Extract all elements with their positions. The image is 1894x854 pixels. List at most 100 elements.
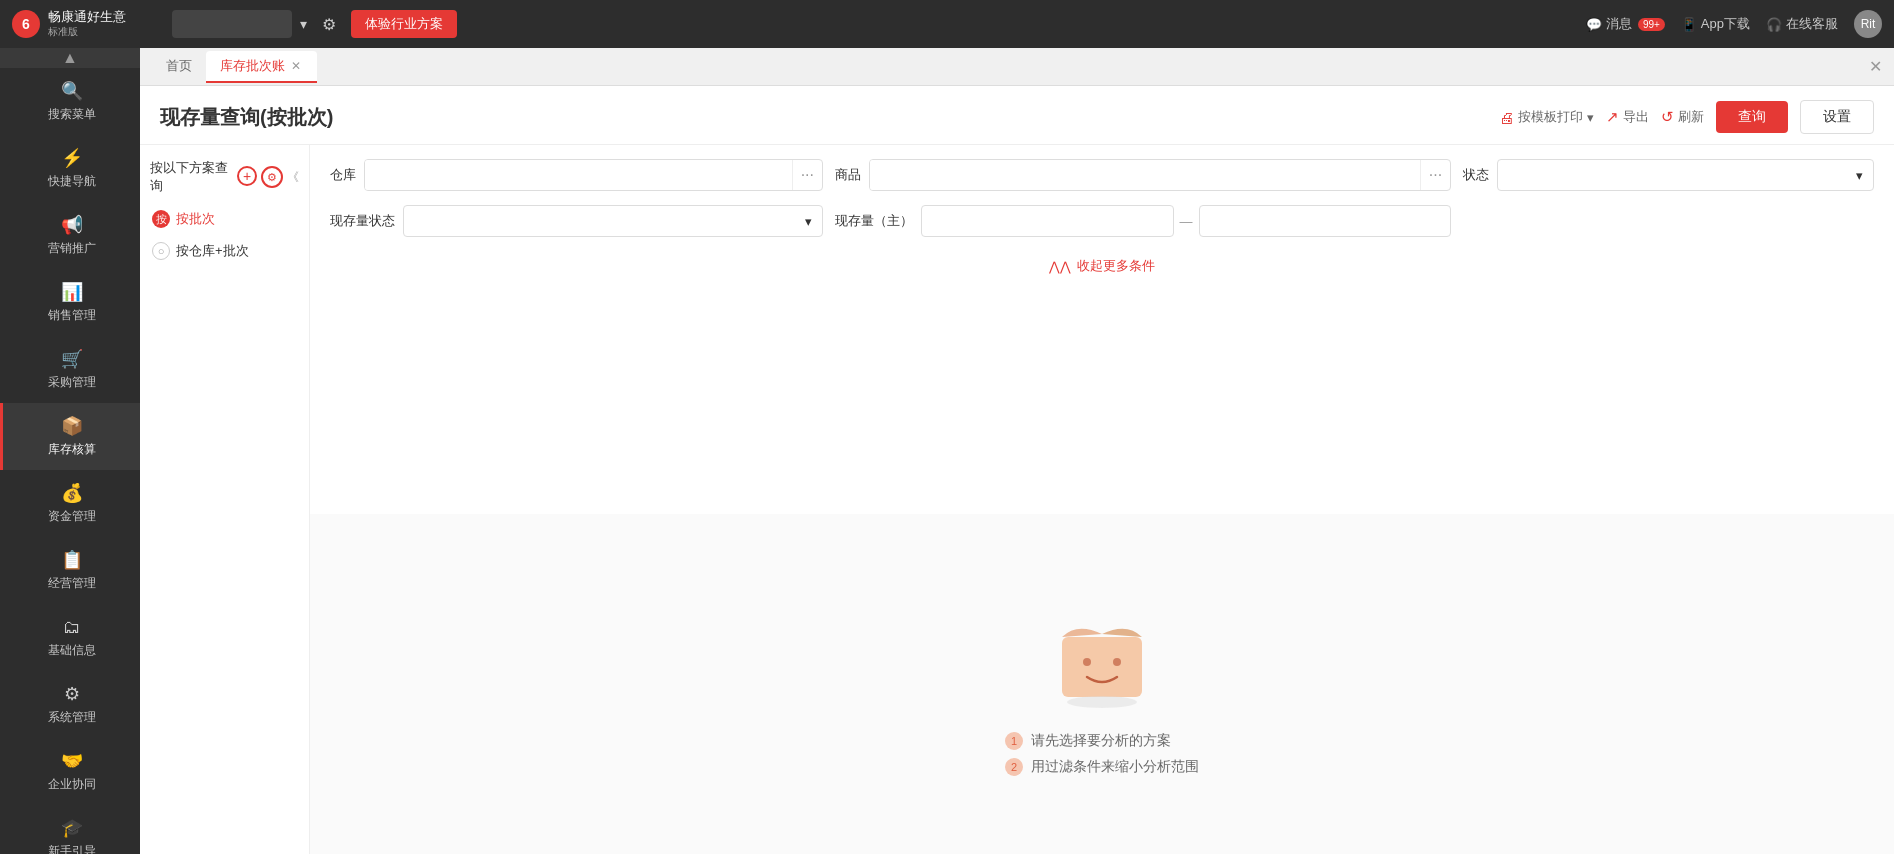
sidebar-item-basic[interactable]: 🗂 基础信息 — [0, 604, 140, 671]
app-version: 标准版 — [48, 25, 126, 39]
dropdown-icon[interactable]: ▾ — [300, 16, 307, 32]
export-btn[interactable]: ↗ 导出 — [1606, 108, 1649, 126]
tab-close-btn[interactable]: ✕ — [289, 59, 303, 73]
scheme-actions: + ⚙ 《 — [237, 166, 299, 188]
sidebar-item-finance[interactable]: 💰 资金管理 — [0, 470, 140, 537]
app-download-btn[interactable]: 📱 App下载 — [1681, 15, 1750, 33]
sidebar-item-search[interactable]: 🔍 搜索菜单 — [0, 68, 140, 135]
collapse-label: 收起更多条件 — [1077, 257, 1155, 275]
warehouse-label: 仓库 — [330, 166, 356, 184]
tip-num-1: 1 — [1005, 732, 1023, 750]
sidebar-label-guide: 新手引导 — [48, 843, 96, 854]
tab-home-label: 首页 — [166, 57, 192, 75]
inventory-status-dropdown[interactable]: ▾ — [403, 205, 823, 237]
refresh-icon: ↺ — [1661, 108, 1674, 126]
tip-num-2: 2 — [1005, 758, 1023, 776]
message-icon: 💬 — [1586, 17, 1602, 32]
trial-button[interactable]: 体验行业方案 — [351, 10, 457, 38]
avatar: Rit — [1854, 10, 1882, 38]
sidebar-item-system[interactable]: ⚙ 系统管理 — [0, 671, 140, 738]
tab-home[interactable]: 首页 — [152, 51, 206, 83]
inventory-status-label: 现存量状态 — [330, 212, 395, 230]
page-content: 现存量查询(按批次) 🖨 按模板打印 ▾ ↗ 导出 ↺ 刷新 — [140, 86, 1894, 854]
sidebar-label-collab: 企业协同 — [48, 776, 96, 793]
app-name-block: 畅康通好生意 标准版 — [48, 9, 126, 39]
filter-results-area: 仓库 ··· 商品 ··· — [310, 145, 1894, 854]
empty-tip-1: 1 请先选择要分析的方案 — [1005, 732, 1199, 750]
filter-row-2: 现存量状态 ▾ 现存量（主） — — [330, 205, 1874, 237]
print-icon: 🖨 — [1499, 109, 1514, 126]
messages-btn[interactable]: 💬 消息 99+ — [1586, 15, 1665, 33]
operations-icon: 📋 — [61, 549, 83, 571]
logo-area: 6 畅康通好生意 标准版 — [12, 9, 152, 39]
sidebar-label-system: 系统管理 — [48, 709, 96, 726]
sidebar-label-basic: 基础信息 — [48, 642, 96, 659]
tip-text-1: 请先选择要分析的方案 — [1031, 732, 1171, 750]
inventory-qty-from[interactable] — [921, 205, 1174, 237]
scheme-settings-btn[interactable]: ⚙ — [261, 166, 283, 188]
scheme-sidebar: 按以下方案查询 + ⚙ 《 按 按批次 ○ 按仓库+批次 — [140, 145, 310, 854]
scheme-header: 按以下方案查询 + ⚙ 《 — [140, 155, 309, 203]
scheme-item-label-pici: 按批次 — [176, 210, 215, 228]
tabs-bar: 首页 库存批次账 ✕ ✕ — [140, 48, 1894, 86]
inventory-qty-range: — — [921, 205, 1451, 237]
scheme-collapse-btn[interactable]: 《 — [287, 166, 299, 188]
warehouse-input[interactable] — [365, 160, 792, 190]
headset-icon: 🎧 — [1766, 17, 1782, 32]
sidebar-item-inventory[interactable]: 📦 库存核算 — [0, 403, 140, 470]
collapse-more-btn[interactable]: ⋀⋀ 收起更多条件 — [330, 251, 1874, 281]
empty-svg — [1042, 592, 1162, 712]
scheme-item-pici[interactable]: 按 按批次 — [140, 203, 309, 235]
messages-label: 消息 — [1606, 15, 1632, 33]
sidebar-item-marketing[interactable]: 📢 营销推广 — [0, 202, 140, 269]
tab-inventory-batch[interactable]: 库存批次账 ✕ — [206, 51, 317, 83]
messages-badge: 99+ — [1638, 18, 1665, 31]
sidebar-label-purchase: 采购管理 — [48, 374, 96, 391]
app-logo-icon: 6 — [12, 10, 40, 38]
filter-group-inventory-qty: 现存量（主） — — [835, 205, 1451, 237]
sidebar-label-operations: 经营管理 — [48, 575, 96, 592]
sidebar-scroll-up[interactable]: ▲ — [0, 48, 140, 68]
empty-tips: 1 请先选择要分析的方案 2 用过滤条件来缩小分析范围 — [1005, 732, 1199, 776]
range-separator: — — [1180, 214, 1193, 229]
sidebar-label-quicknav: 快捷导航 — [48, 173, 96, 190]
sidebar-label-finance: 资金管理 — [48, 508, 96, 525]
user-avatar-btn[interactable]: Rit — [1854, 10, 1882, 38]
print-label: 按模板打印 — [1518, 108, 1583, 126]
sidebar-item-operations[interactable]: 📋 经营管理 — [0, 537, 140, 604]
sidebar-item-quicknav[interactable]: ⚡ 快捷导航 — [0, 135, 140, 202]
sidebar-item-guide[interactable]: 🎓 新手引导 — [0, 805, 140, 854]
marketing-icon: 📢 — [61, 214, 83, 236]
header-right: 💬 消息 99+ 📱 App下载 🎧 在线客服 Rit — [1586, 10, 1882, 38]
refresh-btn[interactable]: ↺ 刷新 — [1661, 108, 1704, 126]
sidebar-label-marketing: 营销推广 — [48, 240, 96, 257]
scheme-add-btn[interactable]: + — [237, 166, 257, 186]
close-all-btn[interactable]: ✕ — [1869, 57, 1882, 76]
product-input[interactable] — [870, 160, 1420, 190]
sidebar: ▲ 🔍 搜索菜单 ⚡ 快捷导航 📢 营销推广 📊 销售管理 🛒 采购管理 📦 库… — [0, 48, 140, 854]
scheme-item-label-cangku: 按仓库+批次 — [176, 242, 249, 260]
scheme-item-icon-pici: 按 — [152, 210, 170, 228]
sidebar-item-sales[interactable]: 📊 销售管理 — [0, 269, 140, 336]
print-btn[interactable]: 🖨 按模板打印 ▾ — [1499, 108, 1594, 126]
inventory-icon: 📦 — [61, 415, 83, 437]
product-more-btn[interactable]: ··· — [1420, 160, 1450, 190]
scheme-item-cangku-pici[interactable]: ○ 按仓库+批次 — [140, 235, 309, 267]
settings-button[interactable]: 设置 — [1800, 100, 1874, 134]
warehouse-more-btn[interactable]: ··· — [792, 160, 822, 190]
inventory-status-chevron-icon: ▾ — [805, 214, 812, 229]
gear-icon[interactable]: ⚙ — [315, 10, 343, 38]
scheme-item-icon-cangku: ○ — [152, 242, 170, 260]
inventory-qty-to[interactable] — [1199, 205, 1452, 237]
inventory-qty-label: 现存量（主） — [835, 212, 913, 230]
collab-icon: 🤝 — [61, 750, 83, 772]
status-dropdown[interactable]: ▾ — [1497, 159, 1874, 191]
search-icon: 🔍 — [61, 80, 83, 102]
query-button[interactable]: 查询 — [1716, 101, 1788, 133]
svg-point-2 — [1113, 658, 1121, 666]
online-service-btn[interactable]: 🎧 在线客服 — [1766, 15, 1838, 33]
sidebar-item-collab[interactable]: 🤝 企业协同 — [0, 738, 140, 805]
sidebar-item-purchase[interactable]: 🛒 采购管理 — [0, 336, 140, 403]
header-middle: ▾ ⚙ 体验行业方案 — [152, 10, 1586, 38]
search-input[interactable] — [172, 10, 292, 38]
